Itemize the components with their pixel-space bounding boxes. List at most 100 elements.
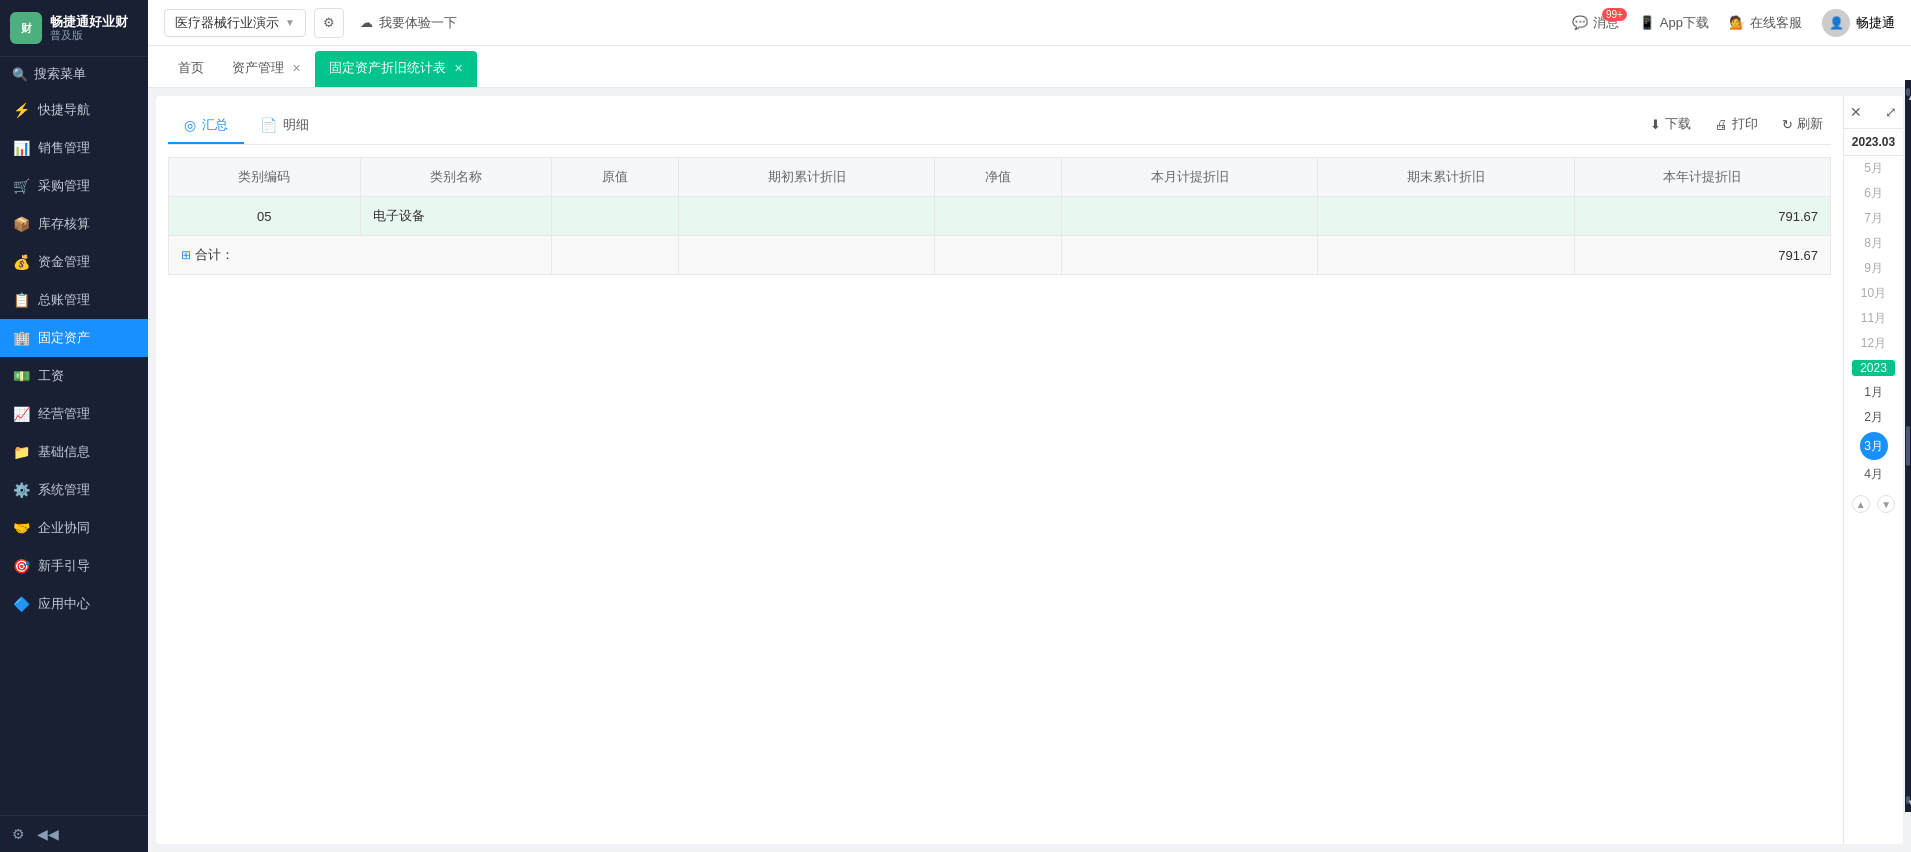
sidebar-item-sales[interactable]: 📊 销售管理 — [0, 129, 148, 167]
active-month-3[interactable]: 3月 — [1860, 432, 1888, 460]
sidebar-item-quick-nav[interactable]: ⚡ 快捷导航 — [0, 91, 148, 129]
topbar-right: 💬 消息 99+ 📱 App下载 💁 在线客服 👤 畅捷通 — [1572, 9, 1895, 37]
print-button[interactable]: 🖨 打印 — [1707, 111, 1766, 137]
search-icon: 🔍 — [12, 67, 28, 82]
sidebar-item-finance[interactable]: 💰 资金管理 — [0, 243, 148, 281]
col-original-value: 原值 — [552, 158, 679, 197]
sidebar-item-fixed-assets[interactable]: 🏢 固定资产 — [0, 319, 148, 357]
user-menu[interactable]: 👤 畅捷通 — [1822, 9, 1895, 37]
summary-closing-accum-depr — [1318, 236, 1574, 275]
tab-depreciation-label: 固定资产折旧统计表 — [329, 59, 446, 77]
year-tag[interactable]: 2023 — [1852, 360, 1895, 376]
sidebar-item-label: 应用中心 — [38, 595, 90, 613]
sidebar-item-app-center[interactable]: 🔷 应用中心 — [0, 585, 148, 623]
guide-icon: 🎯 — [12, 557, 30, 575]
tab-depreciation-close[interactable]: ✕ — [454, 62, 463, 75]
print-label: 打印 — [1732, 115, 1758, 133]
sidebar-item-ledger[interactable]: 📋 总账管理 — [0, 281, 148, 319]
service-icon: 💁 — [1729, 15, 1745, 30]
panel-nav: ▲ ▼ — [1844, 487, 1903, 521]
message-icon: 💬 — [1572, 15, 1588, 30]
user-name: 畅捷通 — [1856, 14, 1895, 32]
nav-next-button[interactable]: ▼ — [1877, 495, 1895, 513]
sub-tab-detail[interactable]: 📄 明细 — [244, 108, 325, 144]
month-item[interactable]: 12月 — [1844, 331, 1903, 356]
collapse-icon[interactable]: ◀◀ — [37, 826, 59, 842]
month-item[interactable]: 1月 — [1844, 380, 1903, 405]
settings-icon[interactable]: ⚙ — [12, 826, 25, 842]
col-name: 类别名称 — [360, 158, 552, 197]
message-button[interactable]: 💬 消息 99+ — [1572, 14, 1619, 32]
ledger-icon: 📋 — [12, 291, 30, 309]
month-item[interactable]: 4月 — [1844, 462, 1903, 487]
scroll-up-arrow[interactable]: ▲ — [1906, 88, 1910, 96]
table-row: 05 电子设备 791.67 — [169, 197, 1831, 236]
cell-opening-accum-depr — [679, 197, 935, 236]
system-icon: ⚙️ — [12, 481, 30, 499]
download-button[interactable]: ⬇ 下载 — [1642, 111, 1699, 137]
tab-asset-mgmt-label: 资产管理 — [232, 59, 284, 77]
sidebar-item-enterprise[interactable]: 🤝 企业协同 — [0, 509, 148, 547]
cell-original-value — [552, 197, 679, 236]
panel-expand-button[interactable]: ⤢ — [1885, 104, 1897, 120]
col-current-month-depr: 本月计提折旧 — [1062, 158, 1318, 197]
sidebar-item-label: 库存核算 — [38, 215, 90, 233]
sidebar-item-label: 采购管理 — [38, 177, 90, 195]
sidebar-item-operations[interactable]: 📈 经营管理 — [0, 395, 148, 433]
app-center-icon: 🔷 — [12, 595, 30, 613]
scroll-down-arrow[interactable]: ▼ — [1906, 796, 1910, 804]
month-item[interactable]: 10月 — [1844, 281, 1903, 306]
month-item[interactable]: 5月 — [1844, 156, 1903, 181]
purchase-icon: 🛒 — [12, 177, 30, 195]
sales-icon: 📊 — [12, 139, 30, 157]
sidebar-footer: ⚙ ◀◀ — [0, 815, 148, 852]
topbar: 医疗器械行业演示 ▼ ⚙ ☁ 我要体验一下 💬 消息 99+ 📱 App下载 💁… — [148, 0, 1911, 46]
fixed-assets-icon: 🏢 — [12, 329, 30, 347]
panel-close-button[interactable]: ✕ — [1850, 104, 1862, 120]
sub-tab-detail-label: 明细 — [283, 116, 309, 134]
download-icon: 📱 — [1639, 15, 1655, 30]
sidebar-item-system[interactable]: ⚙️ 系统管理 — [0, 471, 148, 509]
sidebar-item-payroll[interactable]: 💵 工资 — [0, 357, 148, 395]
year-section: 2023 — [1844, 356, 1903, 380]
cell-current-month-depr — [1062, 197, 1318, 236]
settings-button[interactable]: ⚙ — [314, 8, 344, 38]
app-title: 畅捷通好业财 — [50, 14, 128, 30]
sidebar-item-label: 企业协同 — [38, 519, 90, 537]
nav-prev-button[interactable]: ▲ — [1852, 495, 1870, 513]
summary-label-cell: ⊞ 合计： — [169, 236, 552, 275]
month-item[interactable]: 6月 — [1844, 181, 1903, 206]
company-selector[interactable]: 医疗器械行业演示 ▼ — [164, 9, 306, 37]
online-service-button[interactable]: 💁 在线客服 — [1729, 14, 1802, 32]
experience-button[interactable]: ☁ 我要体验一下 — [360, 14, 457, 32]
month-item[interactable]: 7月 — [1844, 206, 1903, 231]
month-item[interactable]: 11月 — [1844, 306, 1903, 331]
summary-net-value — [935, 236, 1062, 275]
tab-asset-mgmt-close[interactable]: ✕ — [292, 62, 301, 75]
cell-current-year-depr: 791.67 — [1574, 197, 1830, 236]
month-item[interactable]: 8月 — [1844, 231, 1903, 256]
sidebar-item-guide[interactable]: 🎯 新手引导 — [0, 547, 148, 585]
summary-expand-icon[interactable]: ⊞ — [181, 248, 191, 262]
finance-icon: 💰 — [12, 253, 30, 271]
tab-home[interactable]: 首页 — [164, 51, 218, 87]
sidebar-item-inventory[interactable]: 📦 库存核算 — [0, 205, 148, 243]
app-title-group: 畅捷通好业财 普及版 — [50, 14, 128, 43]
sidebar-item-basic-info[interactable]: 📁 基础信息 — [0, 433, 148, 471]
summary-row: ⊞ 合计： 791.67 — [169, 236, 1831, 275]
sub-tab-summary[interactable]: ◎ 汇总 — [168, 108, 244, 144]
month-item[interactable]: 9月 — [1844, 256, 1903, 281]
refresh-button[interactable]: ↻ 刷新 — [1774, 111, 1831, 137]
footer-icons: ⚙ ◀◀ — [12, 826, 59, 842]
cloud-icon: ☁ — [360, 15, 373, 30]
download-icon: ⬇ — [1650, 117, 1661, 132]
tab-asset-mgmt[interactable]: 资产管理 ✕ — [218, 51, 315, 87]
download-label: 下载 — [1665, 115, 1691, 133]
tab-depreciation[interactable]: 固定资产折旧统计表 ✕ — [315, 51, 477, 87]
current-period: 2023.03 — [1844, 129, 1903, 156]
month-item[interactable]: 2月 — [1844, 405, 1903, 430]
app-download-button[interactable]: 📱 App下载 — [1639, 14, 1709, 32]
sidebar-header: 财 畅捷通好业财 普及版 — [0, 0, 148, 57]
sidebar-item-purchase[interactable]: 🛒 采购管理 — [0, 167, 148, 205]
search-menu-item[interactable]: 🔍 搜索菜单 — [0, 57, 148, 91]
